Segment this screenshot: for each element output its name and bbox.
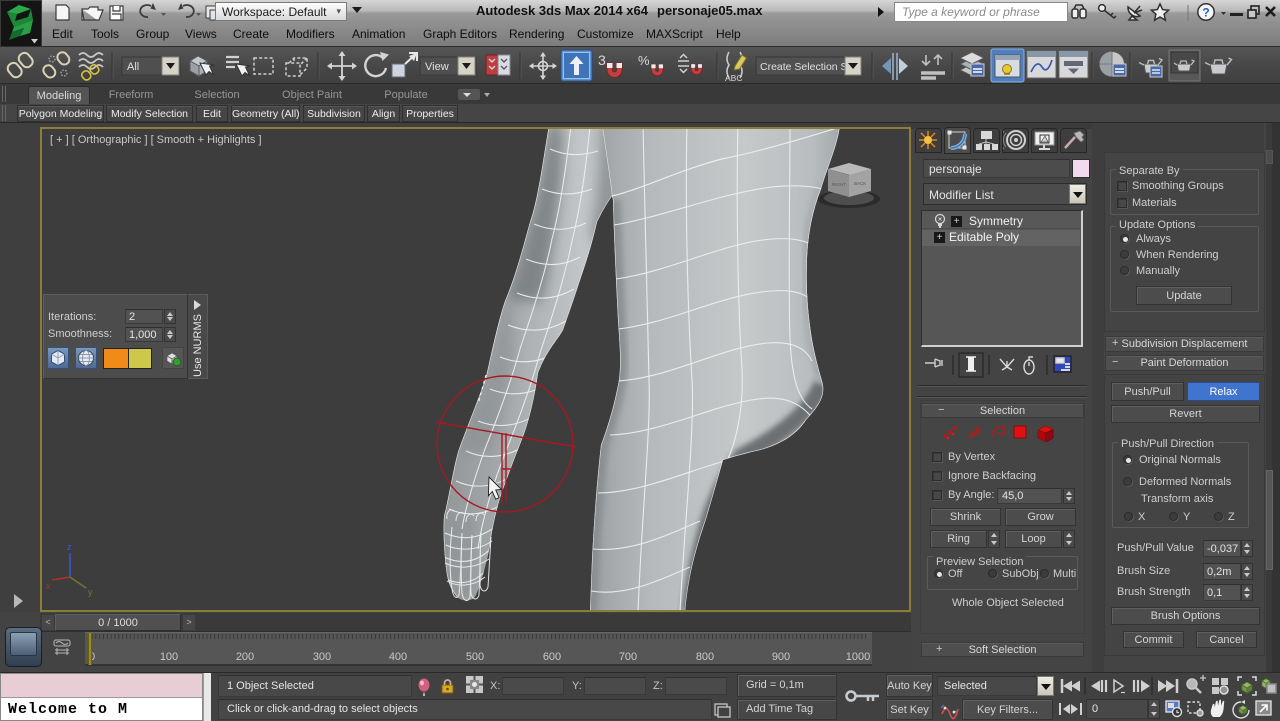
svg-text:%: %	[638, 53, 650, 68]
svg-text:200: 200	[236, 651, 254, 663]
svg-text:z: z	[67, 542, 72, 552]
svg-text:BACK: BACK	[854, 181, 866, 186]
svg-text:900: 900	[772, 651, 790, 663]
svg-text:1000: 1000	[846, 651, 870, 663]
svg-text:View: View	[425, 61, 449, 73]
svg-text:800: 800	[696, 651, 714, 663]
svg-text:300: 300	[313, 651, 331, 663]
svg-text:[ + ] [ Orthographic ] [ Smoot: [ + ] [ Orthographic ] [ Smooth + Highli…	[50, 134, 262, 146]
svg-text:100: 100	[160, 651, 178, 663]
svg-text:x: x	[46, 581, 51, 591]
svg-text:All: All	[127, 61, 139, 73]
svg-text:500: 500	[466, 651, 484, 663]
svg-text:RIGHT: RIGHT	[832, 182, 846, 187]
svg-text:400: 400	[389, 651, 407, 663]
svg-text:Create Selection Se: Create Selection Se	[760, 61, 854, 73]
svg-text:y: y	[88, 587, 93, 597]
svg-text:700: 700	[619, 651, 637, 663]
svg-text:?: ?	[1202, 6, 1209, 20]
svg-text:ABC: ABC	[725, 73, 742, 83]
svg-text:3: 3	[598, 52, 606, 68]
svg-text:600: 600	[543, 651, 561, 663]
